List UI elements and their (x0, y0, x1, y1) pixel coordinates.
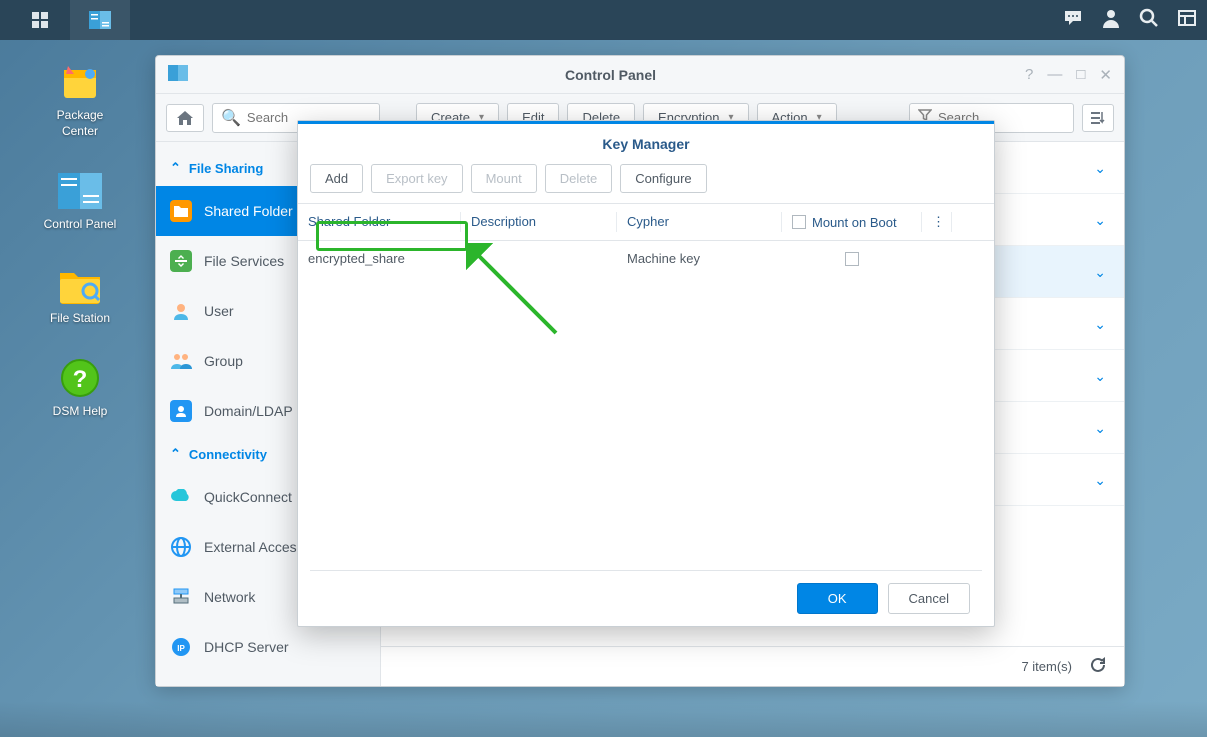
table-row[interactable]: encrypted_share Machine key (298, 241, 994, 276)
chat-icon[interactable] (1063, 8, 1083, 33)
desktop-icon-label: Control Panel (44, 217, 117, 233)
window-title: Control Panel (196, 67, 1025, 83)
export-key-button[interactable]: Export key (371, 164, 462, 193)
cell-description (461, 249, 617, 268)
sidebar-item-dhcp-server[interactable]: IPDHCP Server (156, 622, 380, 672)
search-icon: 🔍 (221, 108, 241, 128)
chevron-up-icon: ⌃ (170, 160, 181, 176)
widget-icon[interactable] (1177, 8, 1197, 33)
chevron-down-icon[interactable]: ⌄ (1094, 316, 1106, 333)
help-icon[interactable]: ? (1025, 66, 1033, 84)
desktop-icon-control-panel[interactable]: Control Panel (35, 169, 125, 233)
taskbar (0, 0, 1207, 40)
mount-checkbox[interactable] (845, 252, 859, 266)
home-button[interactable] (166, 104, 204, 132)
column-shared-folder[interactable]: Shared Folder (298, 212, 461, 232)
taskbar-running-app[interactable] (70, 0, 130, 40)
window-header: Control Panel ? — □ ✕ (156, 56, 1124, 94)
item-count: 7 item(s) (1021, 659, 1072, 674)
chevron-down-icon[interactable]: ⌄ (1094, 264, 1106, 281)
chevron-down-icon[interactable]: ⌄ (1094, 368, 1106, 385)
window-app-icon (168, 65, 188, 85)
column-menu-icon[interactable]: ⋮ (922, 212, 952, 232)
chevron-up-icon: ⌃ (170, 446, 181, 462)
delete-button[interactable]: Delete (545, 164, 613, 193)
mount-all-checkbox[interactable] (792, 215, 806, 229)
svg-text:IP: IP (177, 644, 185, 653)
desktop-icon-dsm-help[interactable]: ? DSM Help (35, 356, 125, 420)
desktop-icon-label: File Station (50, 311, 110, 327)
key-manager-modal: Key Manager Add Export key Mount Delete … (297, 120, 995, 627)
configure-button[interactable]: Configure (620, 164, 706, 193)
close-icon[interactable]: ✕ (1099, 66, 1112, 84)
cancel-button[interactable]: Cancel (888, 583, 970, 614)
refresh-icon[interactable] (1090, 657, 1106, 676)
ok-button[interactable]: OK (797, 583, 878, 614)
column-description[interactable]: Description (461, 212, 617, 232)
cell-shared-folder: encrypted_share (298, 249, 461, 268)
desktop-icon-package-center[interactable]: Package Center (35, 60, 125, 139)
maximize-icon[interactable]: □ (1076, 66, 1085, 84)
chevron-down-icon[interactable]: ⌄ (1094, 420, 1106, 437)
cell-mount (782, 249, 922, 268)
desktop-icon-label: DSM Help (53, 404, 108, 420)
chevron-down-icon[interactable]: ⌄ (1094, 472, 1106, 489)
minimize-icon[interactable]: — (1047, 66, 1062, 84)
taskbar-menu-icon[interactable] (10, 0, 70, 40)
add-button[interactable]: Add (310, 164, 363, 193)
chevron-down-icon[interactable]: ⌄ (1094, 212, 1106, 229)
modal-title: Key Manager (298, 124, 994, 164)
desktop-icons: Package Center Control Panel File Statio… (35, 60, 125, 450)
column-cypher[interactable]: Cypher (617, 212, 782, 232)
cell-cypher: Machine key (617, 249, 782, 268)
svg-text:?: ? (73, 366, 88, 393)
user-icon[interactable] (1101, 8, 1121, 33)
search-icon[interactable] (1139, 8, 1159, 33)
desktop-icon-label: Package Center (57, 108, 104, 139)
column-mount-on-boot[interactable]: Mount on Boot (782, 212, 922, 232)
chevron-down-icon[interactable]: ⌄ (1094, 160, 1106, 177)
key-manager-table: Shared Folder Description Cypher Mount o… (298, 203, 994, 570)
mount-button[interactable]: Mount (471, 164, 537, 193)
desktop-icon-file-station[interactable]: File Station (35, 263, 125, 327)
sidebar-item-security[interactable]: Security (156, 672, 380, 686)
sort-button[interactable] (1082, 104, 1114, 132)
